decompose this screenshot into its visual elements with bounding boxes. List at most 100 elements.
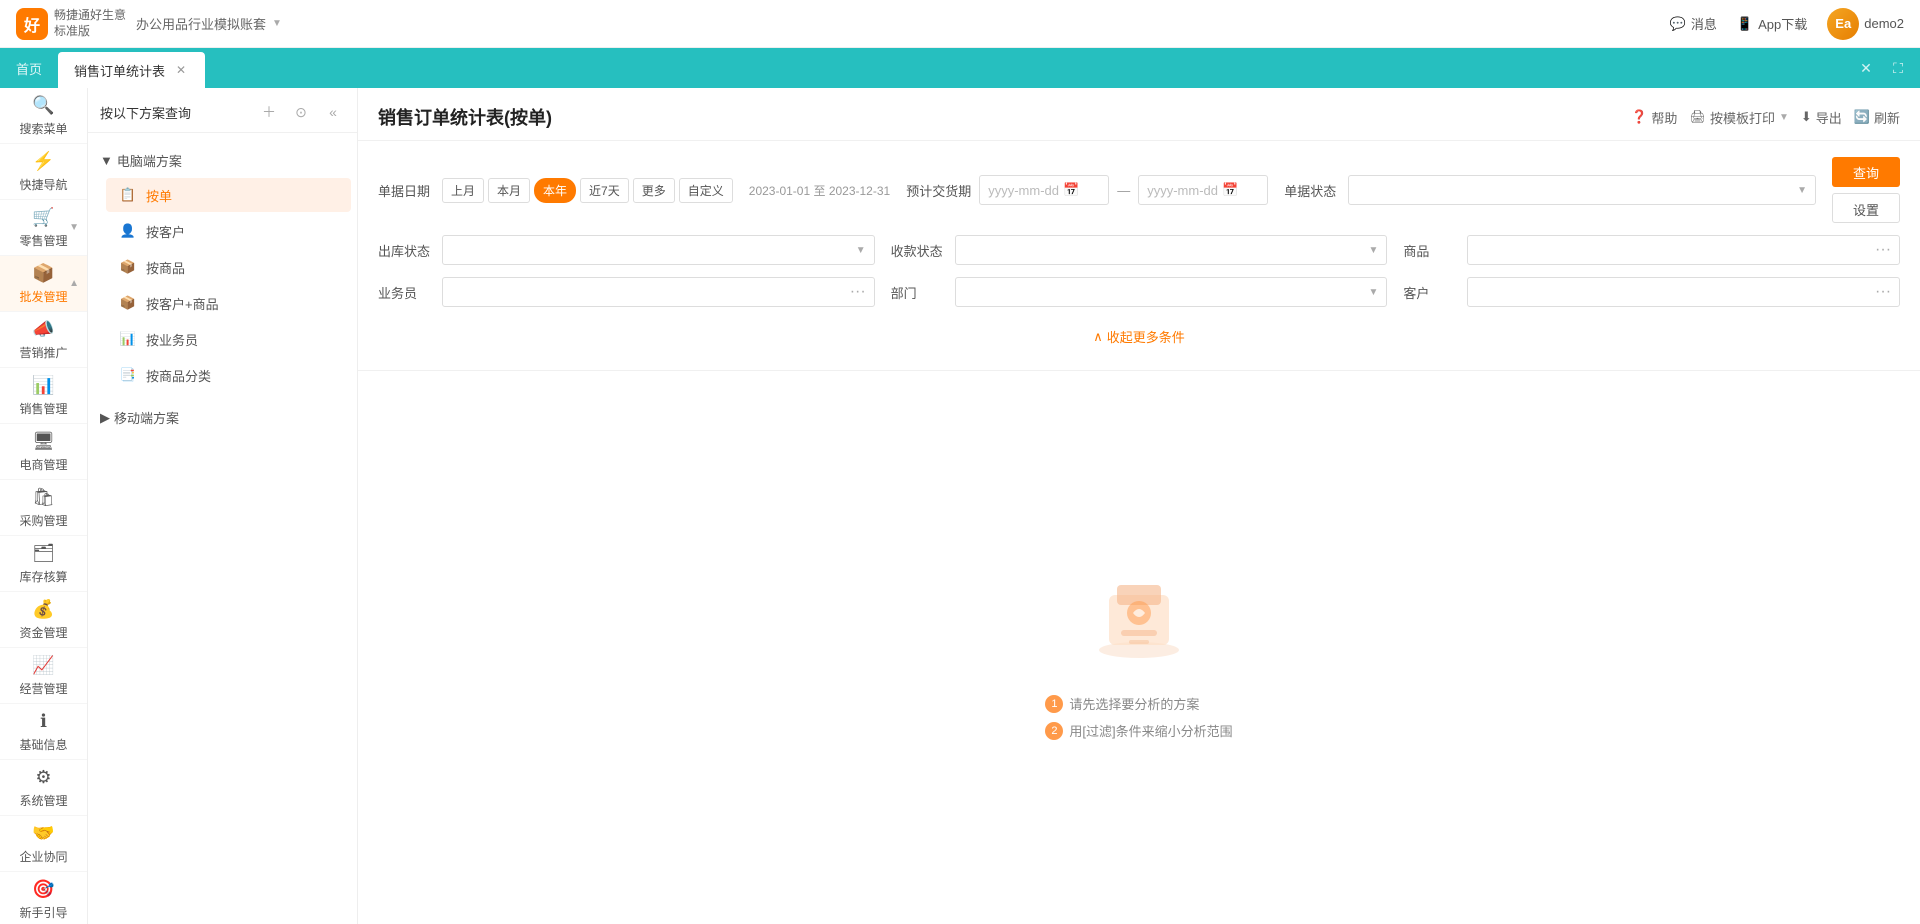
page-title: 销售订单统计表(按单) [378, 104, 552, 130]
sidebar-item-base-info[interactable]: ℹ 基础信息 [0, 704, 87, 760]
sidebar-item-search[interactable]: 🔍 搜索菜单 [0, 88, 87, 144]
breadcrumb-text: 办公用品行业模拟账套 [136, 14, 266, 33]
tree-child-by-customer-goods[interactable]: 📦 按客户+商品 [106, 286, 351, 320]
tree-child-by-goods[interactable]: 📦 按商品 [106, 250, 351, 284]
expected-date-start-input[interactable]: yyyy-mm-dd 📅 [979, 175, 1109, 205]
filter-area: 单据日期 上月 本月 本年 近7天 更多 自定义 2023-01-01 至 20… [358, 141, 1920, 371]
goods-dots-icon[interactable]: ··· [1875, 241, 1891, 259]
collapse-panel-button[interactable]: « [321, 100, 345, 124]
avatar: Ea [1827, 8, 1859, 40]
date-btn-custom[interactable]: 自定义 [679, 178, 733, 203]
customer-select[interactable]: ··· [1467, 277, 1900, 307]
expected-date-end-input[interactable]: yyyy-mm-dd 📅 [1138, 175, 1268, 205]
query-button[interactable]: 查询 [1832, 157, 1900, 187]
payment-status-select[interactable]: ▼ [955, 235, 1388, 265]
tree-child-by-customer[interactable]: 👤 按客户 [106, 214, 351, 248]
print-icon: 🖨 [1689, 109, 1706, 125]
sidebar-item-marketing[interactable]: 📣 营销推广 [0, 312, 87, 368]
sidebar-item-enterprise[interactable]: 🤝 企业协同 [0, 816, 87, 872]
right-panel: 销售订单统计表(按单) ❓ 帮助 🖨 按模板打印 ▼ ⬇ [358, 88, 1920, 924]
sales-icon: 📊 [32, 375, 54, 396]
payment-status-label: 收款状态 [891, 241, 947, 260]
app-download-button[interactable]: 📱 App下载 [1737, 14, 1807, 33]
settings-button[interactable]: 设置 [1832, 193, 1900, 223]
sidebar-item-finance[interactable]: 💰 资金管理 [0, 592, 87, 648]
left-panel-title: 按以下方案查询 [100, 103, 249, 122]
purchase-icon: 🛍 [32, 487, 55, 508]
export-button[interactable]: ⬇ 导出 [1801, 108, 1842, 127]
expected-date-label: 预计交货期 [906, 181, 971, 200]
settings-scheme-button[interactable]: ⊙ [289, 100, 313, 124]
sidebar-item-purchase[interactable]: 🛍 采购管理 [0, 480, 87, 536]
app-icon: 📱 [1737, 16, 1753, 32]
sidebar-item-wholesale[interactable]: 📦 批发管理 ▲ [0, 256, 87, 312]
status-label: 单据状态 [1284, 181, 1340, 200]
date-quick-btns: 上月 本月 本年 近7天 更多 自定义 [442, 178, 733, 203]
delivery-arrow-icon: ▼ [856, 245, 866, 256]
sidebar-item-inventory[interactable]: 🗂 库存核算 [0, 536, 87, 592]
sidebar-item-retail[interactable]: 🛒 零售管理 ▼ [0, 200, 87, 256]
date-btn-this-year[interactable]: 本年 [534, 178, 576, 203]
date-btn-this-month[interactable]: 本月 [488, 178, 530, 203]
date-placeholder-start: yyyy-mm-dd [988, 183, 1059, 198]
department-select[interactable]: ▼ [955, 277, 1388, 307]
sidebar-item-ecommerce[interactable]: 🖥 电商管理 [0, 424, 87, 480]
empty-tips: 1 请先选择要分析的方案 2 用[过滤]条件来缩小分析范围 [1045, 694, 1232, 740]
logo-icon: 好 [16, 8, 48, 40]
sidebar-item-guide[interactable]: 🎯 新手引导 [0, 872, 87, 924]
tab-bar-close-button[interactable]: ✕ [1852, 54, 1880, 82]
payment-status-field: 收款状态 ▼ [891, 235, 1388, 265]
salesperson-field: 业务员 ··· [378, 277, 875, 307]
breadcrumb[interactable]: 办公用品行业模拟账套 ▼ [136, 14, 282, 33]
system-icon: ⚙ [35, 767, 51, 788]
sidebar-item-system[interactable]: ⚙ 系统管理 [0, 760, 87, 816]
goods-select[interactable]: ··· [1467, 235, 1900, 265]
tree-child-by-category[interactable]: 📑 按商品分类 [106, 358, 351, 392]
status-select-arrow-icon: ▼ [1797, 185, 1807, 196]
tip-num-1: 1 [1045, 695, 1063, 713]
status-select[interactable]: ▼ [1348, 175, 1816, 205]
date-btn-7days[interactable]: 近7天 [580, 178, 629, 203]
customer-label: 客户 [1403, 283, 1459, 302]
salesperson-dots-icon[interactable]: ··· [850, 283, 866, 301]
collapse-filter-button[interactable]: ∧ 收起更多条件 [378, 319, 1900, 354]
tree-child-by-salesperson[interactable]: 📊 按业务员 [106, 322, 351, 356]
page-header: 销售订单统计表(按单) ❓ 帮助 🖨 按模板打印 ▼ ⬇ [358, 88, 1920, 141]
sidebar-item-quick-nav[interactable]: ⚡ 快捷导航 [0, 144, 87, 200]
tree-child-by-order[interactable]: 📋 按单 [106, 178, 351, 212]
quick-nav-icon: ⚡ [32, 151, 54, 172]
message-button[interactable]: 💬 消息 [1670, 14, 1717, 33]
logo-area: 好 畅捷通好生意 标准版 [16, 8, 126, 40]
by-goods-icon: 📦 [118, 257, 138, 277]
tab-close-icon[interactable]: ✕ [173, 62, 189, 78]
help-button[interactable]: ❓ 帮助 [1631, 108, 1677, 127]
delivery-status-field: 出库状态 ▼ [378, 235, 875, 265]
salesperson-select[interactable]: ··· [442, 277, 875, 307]
print-button[interactable]: 🖨 按模板打印 ▼ [1689, 108, 1788, 127]
add-scheme-button[interactable]: ＋ [257, 100, 281, 124]
print-arrow-icon: ▼ [1779, 112, 1789, 123]
tip-num-2: 2 [1045, 722, 1063, 740]
filter-date-field: 单据日期 上月 本月 本年 近7天 更多 自定义 2023-01-01 至 20… [378, 178, 890, 203]
department-field: 部门 ▼ [891, 277, 1388, 307]
sidebar-item-sales[interactable]: 📊 销售管理 [0, 368, 87, 424]
tree-mobile-arrow-icon: ▶ [100, 410, 110, 426]
delivery-status-select[interactable]: ▼ [442, 235, 875, 265]
base-info-icon: ℹ [40, 711, 47, 732]
date-btn-more[interactable]: 更多 [633, 178, 675, 203]
sidebar-item-operations[interactable]: 📈 经营管理 [0, 648, 87, 704]
top-bar-left: 好 畅捷通好生意 标准版 办公用品行业模拟账套 ▼ [16, 8, 282, 40]
date-btn-last-month[interactable]: 上月 [442, 178, 484, 203]
goods-label: 商品 [1403, 241, 1459, 260]
tree-parent-pc[interactable]: ▼ 电脑端方案 [88, 145, 357, 176]
tab-home[interactable]: 首页 [0, 48, 58, 88]
tab-bar-expand-button[interactable]: ⛶ [1884, 54, 1912, 82]
wholesale-icon: 📦 [32, 263, 54, 284]
tab-sales-order-stats[interactable]: 销售订单统计表 ✕ [58, 52, 205, 88]
finance-icon: 💰 [32, 599, 54, 620]
refresh-button[interactable]: 🔄 刷新 [1854, 108, 1900, 127]
tab-bar-actions: ✕ ⛶ [1852, 54, 1920, 82]
customer-dots-icon[interactable]: ··· [1875, 283, 1891, 301]
user-profile[interactable]: Ea demo2 [1827, 8, 1904, 40]
tree-parent-mobile[interactable]: ▶ 移动端方案 [88, 402, 357, 433]
